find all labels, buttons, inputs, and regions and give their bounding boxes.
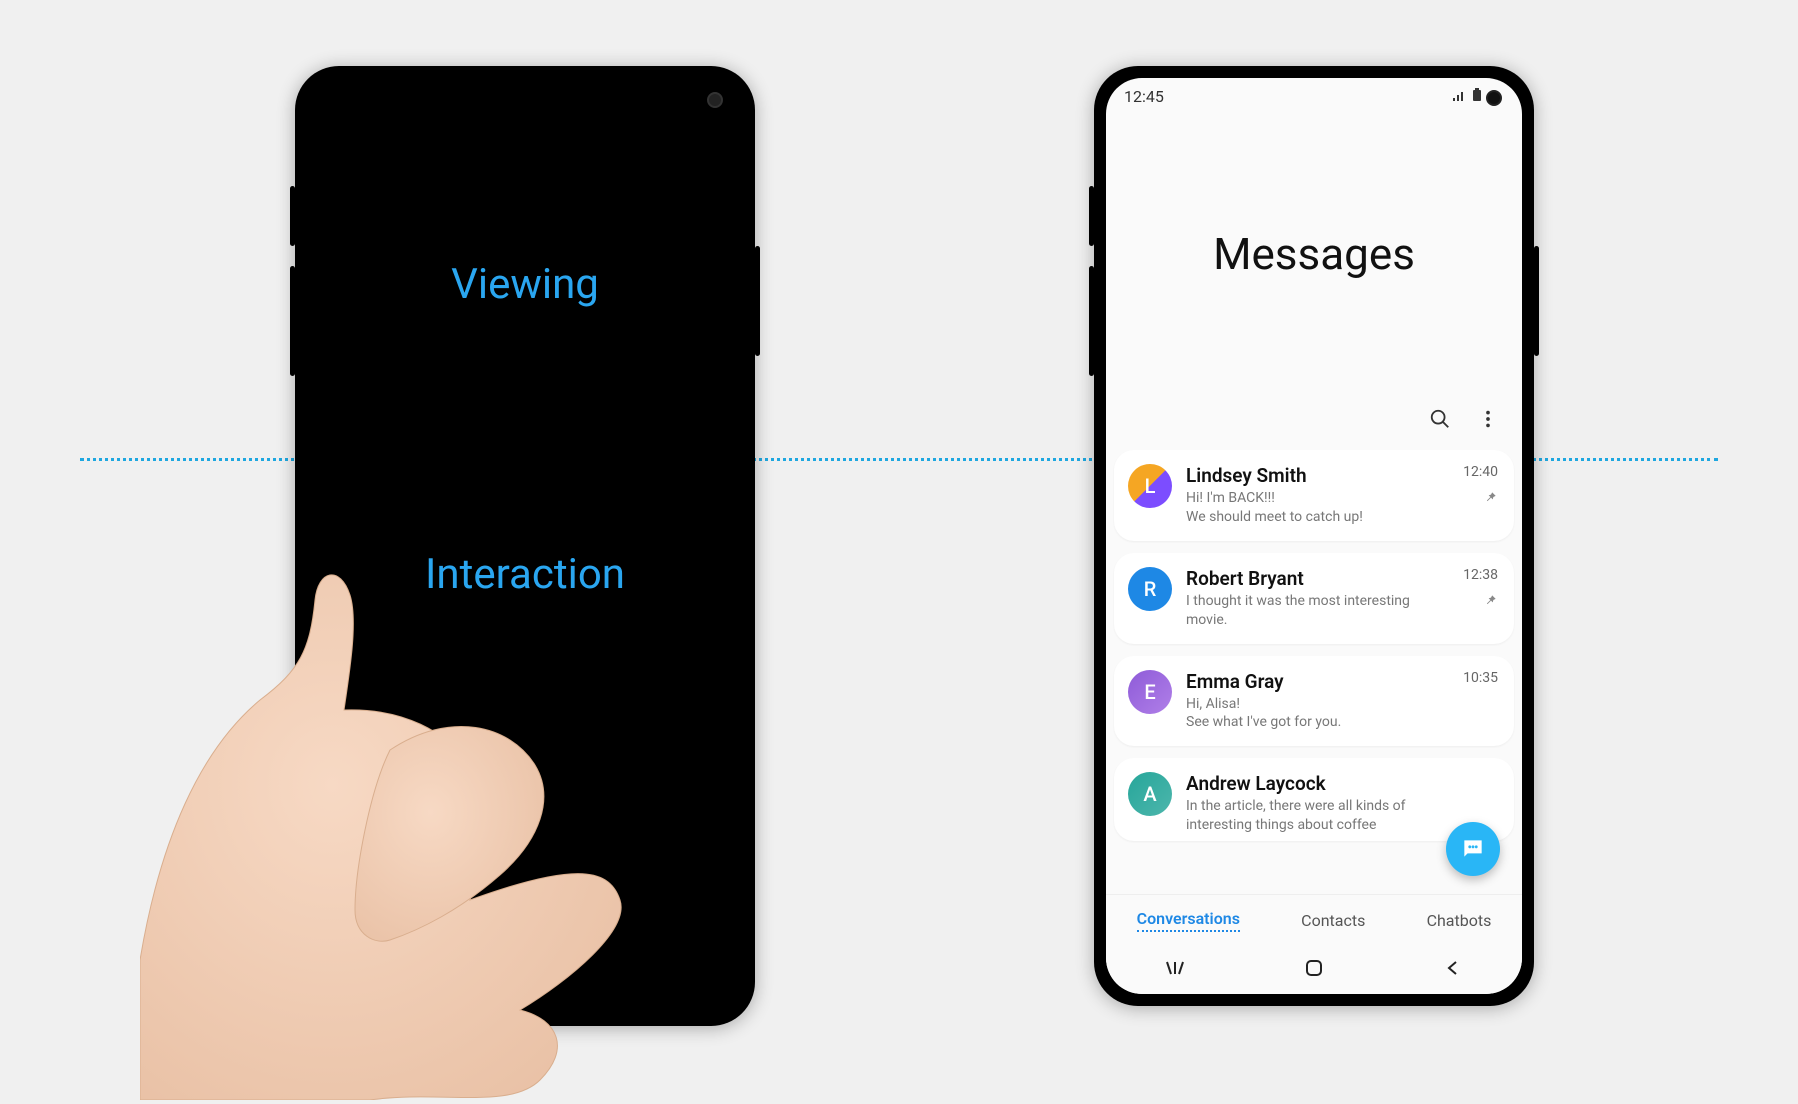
power-button[interactable]: [1534, 246, 1539, 356]
diagram-canvas: Viewing Interaction 12:45: [0, 0, 1798, 1076]
front-camera-icon: [707, 92, 723, 108]
volume-down-button[interactable]: [290, 266, 295, 376]
status-bar: 12:45: [1106, 78, 1522, 114]
navigation-bar: [1106, 946, 1522, 994]
viewing-zone-label: Viewing: [307, 260, 743, 309]
conversation-item[interactable]: R Robert Bryant I thought it was the mos…: [1114, 553, 1514, 644]
status-time: 12:45: [1124, 87, 1164, 106]
battery-icon: [1472, 87, 1482, 106]
interaction-zone-label: Interaction: [307, 550, 743, 599]
avatar-initial: R: [1144, 577, 1157, 601]
conversation-item[interactable]: E Emma Gray Hi, Alisa! See what I've got…: [1114, 656, 1514, 747]
action-bar: [1106, 394, 1522, 444]
contact-name: Lindsey Smith: [1186, 464, 1434, 487]
message-preview: I thought it was the most interesting mo…: [1186, 592, 1434, 630]
avatar: E: [1128, 670, 1172, 714]
message-time: 12:38: [1448, 567, 1498, 583]
back-button[interactable]: [1423, 960, 1483, 981]
avatar-initial: E: [1144, 680, 1155, 704]
avatar: A: [1128, 772, 1172, 816]
tab-conversations[interactable]: Conversations: [1137, 909, 1240, 932]
phone-frame-left: Viewing Interaction: [295, 66, 755, 1026]
tab-contacts[interactable]: Contacts: [1301, 911, 1365, 930]
app-title: Messages: [1213, 228, 1415, 280]
volume-down-button[interactable]: [1089, 266, 1094, 376]
conversation-item[interactable]: L Lindsey Smith Hi! I'm BACK!!! We shoul…: [1114, 450, 1514, 541]
message-preview: In the article, there were all kinds of …: [1186, 797, 1434, 835]
phone-screen-right: 12:45 Messages: [1106, 78, 1522, 994]
more-icon[interactable]: [1476, 407, 1500, 431]
volume-up-button[interactable]: [290, 186, 295, 246]
message-time: 10:35: [1448, 670, 1498, 686]
app-header: Messages: [1106, 114, 1522, 394]
message-preview: Hi! I'm BACK!!! We should meet to catch …: [1186, 489, 1434, 527]
phone-frame-right: 12:45 Messages: [1094, 66, 1534, 1006]
avatar: R: [1128, 567, 1172, 611]
bottom-tabs: Conversations Contacts Chatbots: [1106, 894, 1522, 946]
pin-icon: [1448, 593, 1498, 611]
recents-button[interactable]: [1145, 960, 1205, 981]
message-time: 12:40: [1448, 464, 1498, 480]
contact-name: Emma Gray: [1186, 670, 1434, 693]
volume-up-button[interactable]: [1089, 186, 1094, 246]
tab-chatbots[interactable]: Chatbots: [1427, 911, 1492, 930]
contact-name: Robert Bryant: [1186, 567, 1434, 590]
pin-icon: [1448, 490, 1498, 508]
signal-icon: [1452, 87, 1466, 106]
phone-screen-left: Viewing Interaction: [307, 80, 743, 1012]
power-button[interactable]: [755, 246, 760, 356]
search-icon[interactable]: [1428, 407, 1452, 431]
avatar-initial: L: [1145, 474, 1156, 498]
message-preview: Hi, Alisa! See what I've got for you.: [1186, 695, 1434, 733]
front-camera-icon: [1486, 90, 1502, 106]
contact-name: Andrew Laycock: [1186, 772, 1434, 795]
avatar-initial: A: [1143, 782, 1156, 806]
avatar: L: [1128, 464, 1172, 508]
conversation-list[interactable]: L Lindsey Smith Hi! I'm BACK!!! We shoul…: [1106, 444, 1522, 894]
home-button[interactable]: [1284, 958, 1344, 983]
compose-button[interactable]: [1446, 822, 1500, 876]
